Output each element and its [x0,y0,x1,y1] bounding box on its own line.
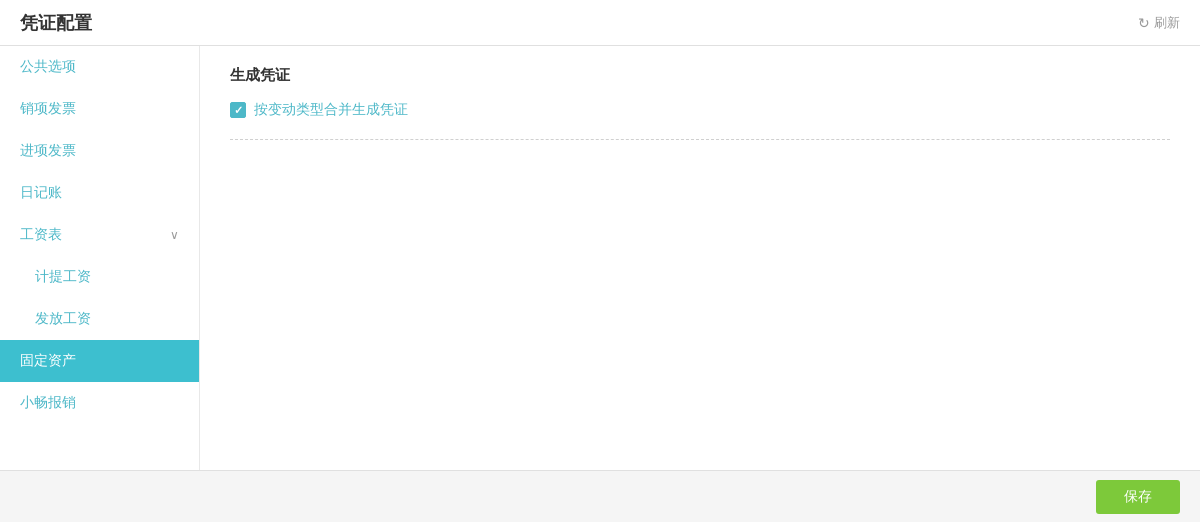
main-content: 生成凭证 按变动类型合并生成凭证 [200,46,1200,470]
save-button[interactable]: 保存 [1096,480,1180,514]
merge-checkbox[interactable] [230,102,246,118]
sidebar: 公共选项销项发票进项发票日记账工资表 ∨ 计提工资发放工资固定资产小畅报销 [0,46,200,470]
chevron-down-icon: ∨ [170,228,179,242]
merge-checkbox-row: 按变动类型合并生成凭证 [230,101,1170,119]
sidebar-item-journal[interactable]: 日记账 [0,172,199,214]
sidebar-item-label: 发放工资 [35,310,91,328]
refresh-icon: ↻ [1138,15,1150,31]
sidebar-item-label: 固定资产 [20,352,76,370]
refresh-button[interactable]: ↻ 刷新 [1138,14,1180,32]
section-divider [230,139,1170,140]
section-title: 生成凭证 [230,66,1170,85]
sidebar-item-label: 小畅报销 [20,394,76,412]
page-wrapper: 凭证配置 ↻ 刷新 公共选项销项发票进项发票日记账工资表 ∨ 计提工资发放工资固定资… [0,0,1200,522]
header: 凭证配置 ↻ 刷新 [0,0,1200,46]
sidebar-item-label: 工资表 [20,226,62,244]
sidebar-item-label: 日记账 [20,184,62,202]
sidebar-item-label: 销项发票 [20,100,76,118]
sidebar-item-purchase-invoice[interactable]: 进项发票 [0,130,199,172]
sidebar-item-pay-salary[interactable]: 发放工资 [0,298,199,340]
merge-checkbox-label[interactable]: 按变动类型合并生成凭证 [254,101,408,119]
refresh-label: 刷新 [1154,14,1180,32]
sidebar-item-expense[interactable]: 小畅报销 [0,382,199,424]
footer: 保存 [0,470,1200,522]
sidebar-item-label: 计提工资 [35,268,91,286]
sidebar-item-fixed-assets[interactable]: 固定资产 [0,340,199,382]
sidebar-item-payroll[interactable]: 工资表 ∨ [0,214,199,256]
sidebar-item-label: 进项发票 [20,142,76,160]
sidebar-item-public[interactable]: 公共选项 [0,46,199,88]
sidebar-item-accrued-salary[interactable]: 计提工资 [0,256,199,298]
sidebar-item-sales-invoice[interactable]: 销项发票 [0,88,199,130]
sidebar-item-label: 公共选项 [20,58,76,76]
body: 公共选项销项发票进项发票日记账工资表 ∨ 计提工资发放工资固定资产小畅报销 生成凭证… [0,46,1200,470]
page-title: 凭证配置 [20,11,92,35]
